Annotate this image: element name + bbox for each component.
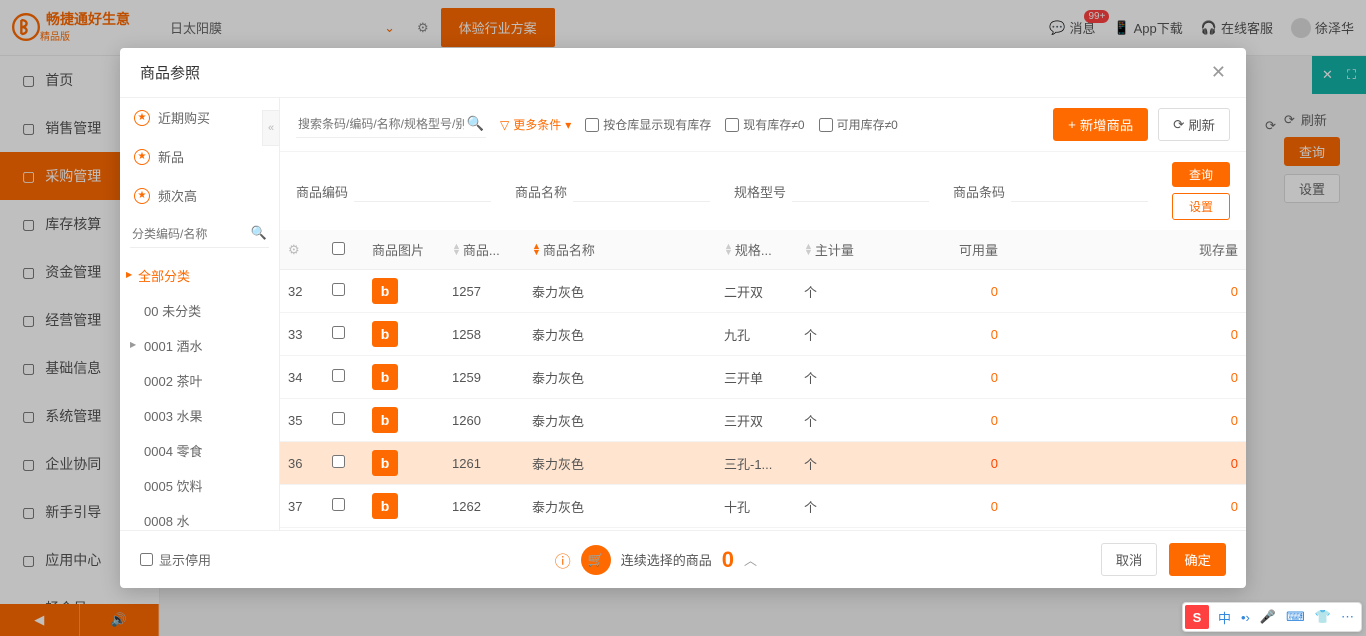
ime-skin-icon[interactable]: 👕 [1310,609,1336,625]
table-row[interactable]: 32b1257泰力灰色二开双个00 [280,270,1246,313]
product-image: b [372,493,398,519]
category-item-1[interactable]: 00 未分类 [120,293,279,328]
selected-count: 0 [722,547,734,573]
filter-row: 商品编码 商品名称 规格型号 商品条码 查询 设置 [280,152,1246,230]
modal-left-panel: ★近期购买★新品★频次高 « 🔍 全部分类00 未分类0001 酒水0002 茶… [120,98,280,530]
table-row[interactable]: 36b1261泰力灰色三孔-1...个00 [280,442,1246,485]
chevron-down-icon: ▾ [565,118,571,132]
product-table-wrap[interactable]: ⚙ 商品图片 ▲▼商品... ▲▼商品名称 ▲▼规格... ▲▼主计量 可用量 … [280,230,1246,530]
product-reference-modal: 商品参照 ✕ ★近期购买★新品★频次高 « 🔍 全部分类00 未分类0001 酒… [120,48,1246,588]
refresh-icon: ⟳ [1173,117,1184,133]
col-img[interactable]: 商品图片 [364,230,444,270]
close-icon[interactable]: ✕ [1211,62,1226,83]
quick-filter-0[interactable]: ★近期购买 [120,98,279,137]
category-item-0[interactable]: 全部分类 [120,258,279,293]
search-row: 🔍 ▽ 更多条件 ▾ 按仓库显示现有库存 现有库存≠0 可用库存≠0 +新增商品… [280,98,1246,152]
product-image: b [372,321,398,347]
quick-filter-2[interactable]: ★频次高 [120,176,279,215]
table-row[interactable]: 38b1263泰力灰色四开单个00 [280,528,1246,531]
cancel-button[interactable]: 取消 [1101,543,1158,576]
product-image: b [372,407,398,433]
row-checkbox[interactable] [332,369,345,382]
row-checkbox[interactable] [332,455,345,468]
filter-code-input[interactable] [354,180,491,202]
col-stock[interactable]: 现存量 [1006,230,1246,270]
ime-lang[interactable]: 中 [1213,608,1236,627]
filter-name-input[interactable] [573,180,710,202]
search-icon[interactable]: 🔍 [467,115,484,132]
modal-header: 商品参照 ✕ [120,48,1246,98]
ime-voice-icon[interactable]: 🎤 [1255,609,1281,625]
filter-icon: ▽ [500,118,509,132]
category-item-7[interactable]: 0008 水 [120,503,279,530]
modal-footer: 显示停用 ⓘ 🛒 连续选择的商品 0 ︿ 取消 确定 [120,530,1246,588]
row-checkbox[interactable] [332,412,345,425]
row-checkbox[interactable] [332,498,345,511]
product-image: b [372,278,398,304]
category-item-6[interactable]: 0005 饮料 [120,468,279,503]
table-row[interactable]: 33b1258泰力灰色九孔个00 [280,313,1246,356]
modal-title: 商品参照 [140,62,200,83]
category-item-2[interactable]: 0001 酒水 [120,328,279,363]
table-row[interactable]: 35b1260泰力灰色三开双个00 [280,399,1246,442]
add-product-button[interactable]: +新增商品 [1053,108,1148,141]
category-tree: 全部分类00 未分类0001 酒水0002 茶叶0003 水果0004 零食00… [120,258,279,530]
category-search-input[interactable] [130,221,269,248]
ime-more-icon[interactable]: ⋯ [1336,609,1359,625]
category-search: 🔍 [130,221,269,248]
ime-logo: S [1185,605,1209,629]
sort-icon: ▲▼ [532,243,541,256]
chk-avail-nonzero[interactable]: 可用库存≠0 [819,116,898,133]
row-checkbox[interactable] [332,326,345,339]
plus-icon: + [1068,117,1076,132]
product-table: ⚙ 商品图片 ▲▼商品... ▲▼商品名称 ▲▼规格... ▲▼主计量 可用量 … [280,230,1246,530]
cart-icon[interactable]: 🛒 [581,545,611,575]
table-row[interactable]: 37b1262泰力灰色十孔个00 [280,485,1246,528]
quick-icon: ★ [134,110,150,126]
category-item-5[interactable]: 0004 零食 [120,433,279,468]
filter-spec-input[interactable] [792,180,929,202]
collapse-left-icon[interactable]: « [262,110,280,146]
gear-icon[interactable]: ⚙ [288,242,300,257]
show-disabled-checkbox[interactable]: 显示停用 [140,550,211,569]
ime-toolbar[interactable]: S 中 •› 🎤 ⌨ 👕 ⋯ [1182,602,1362,632]
modal-right-panel: 🔍 ▽ 更多条件 ▾ 按仓库显示现有库存 现有库存≠0 可用库存≠0 +新增商品… [280,98,1246,530]
sort-icon: ▲▼ [724,243,733,256]
select-all-checkbox[interactable] [332,242,345,255]
quick-icon: ★ [134,149,150,165]
selected-label: 连续选择的商品 [621,550,712,569]
col-unit[interactable]: ▲▼主计量 [796,230,886,270]
chevron-up-icon[interactable]: ︿ [744,550,757,569]
col-code[interactable]: ▲▼商品... [444,230,524,270]
filter-setting-button[interactable]: 设置 [1172,193,1230,220]
sort-icon: ▲▼ [804,243,813,256]
col-spec[interactable]: ▲▼规格... [716,230,796,270]
more-conditions-toggle[interactable]: ▽ 更多条件 ▾ [500,116,571,133]
refresh-button[interactable]: ⟳刷新 [1158,108,1230,141]
product-image: b [372,450,398,476]
product-search-input[interactable] [296,111,486,138]
col-avail[interactable]: 可用量 [886,230,1006,270]
quick-icon: ★ [134,188,150,204]
quick-filter-1[interactable]: ★新品 [120,137,279,176]
confirm-button[interactable]: 确定 [1169,543,1226,576]
col-name[interactable]: ▲▼商品名称 [524,230,716,270]
product-image: b [372,364,398,390]
filter-barcode-input[interactable] [1011,180,1148,202]
category-item-3[interactable]: 0002 茶叶 [120,363,279,398]
filter-query-button[interactable]: 查询 [1172,162,1230,187]
ime-punct-icon[interactable]: •› [1236,610,1255,625]
category-item-4[interactable]: 0003 水果 [120,398,279,433]
search-icon[interactable]: 🔍 [251,225,267,241]
table-row[interactable]: 34b1259泰力灰色三开单个00 [280,356,1246,399]
row-checkbox[interactable] [332,283,345,296]
chk-warehouse-stock[interactable]: 按仓库显示现有库存 [585,116,711,133]
help-icon[interactable]: ⓘ [555,548,571,572]
chk-stock-nonzero[interactable]: 现有库存≠0 [725,116,804,133]
sort-icon: ▲▼ [452,243,461,256]
ime-keyboard-icon[interactable]: ⌨ [1281,609,1310,625]
